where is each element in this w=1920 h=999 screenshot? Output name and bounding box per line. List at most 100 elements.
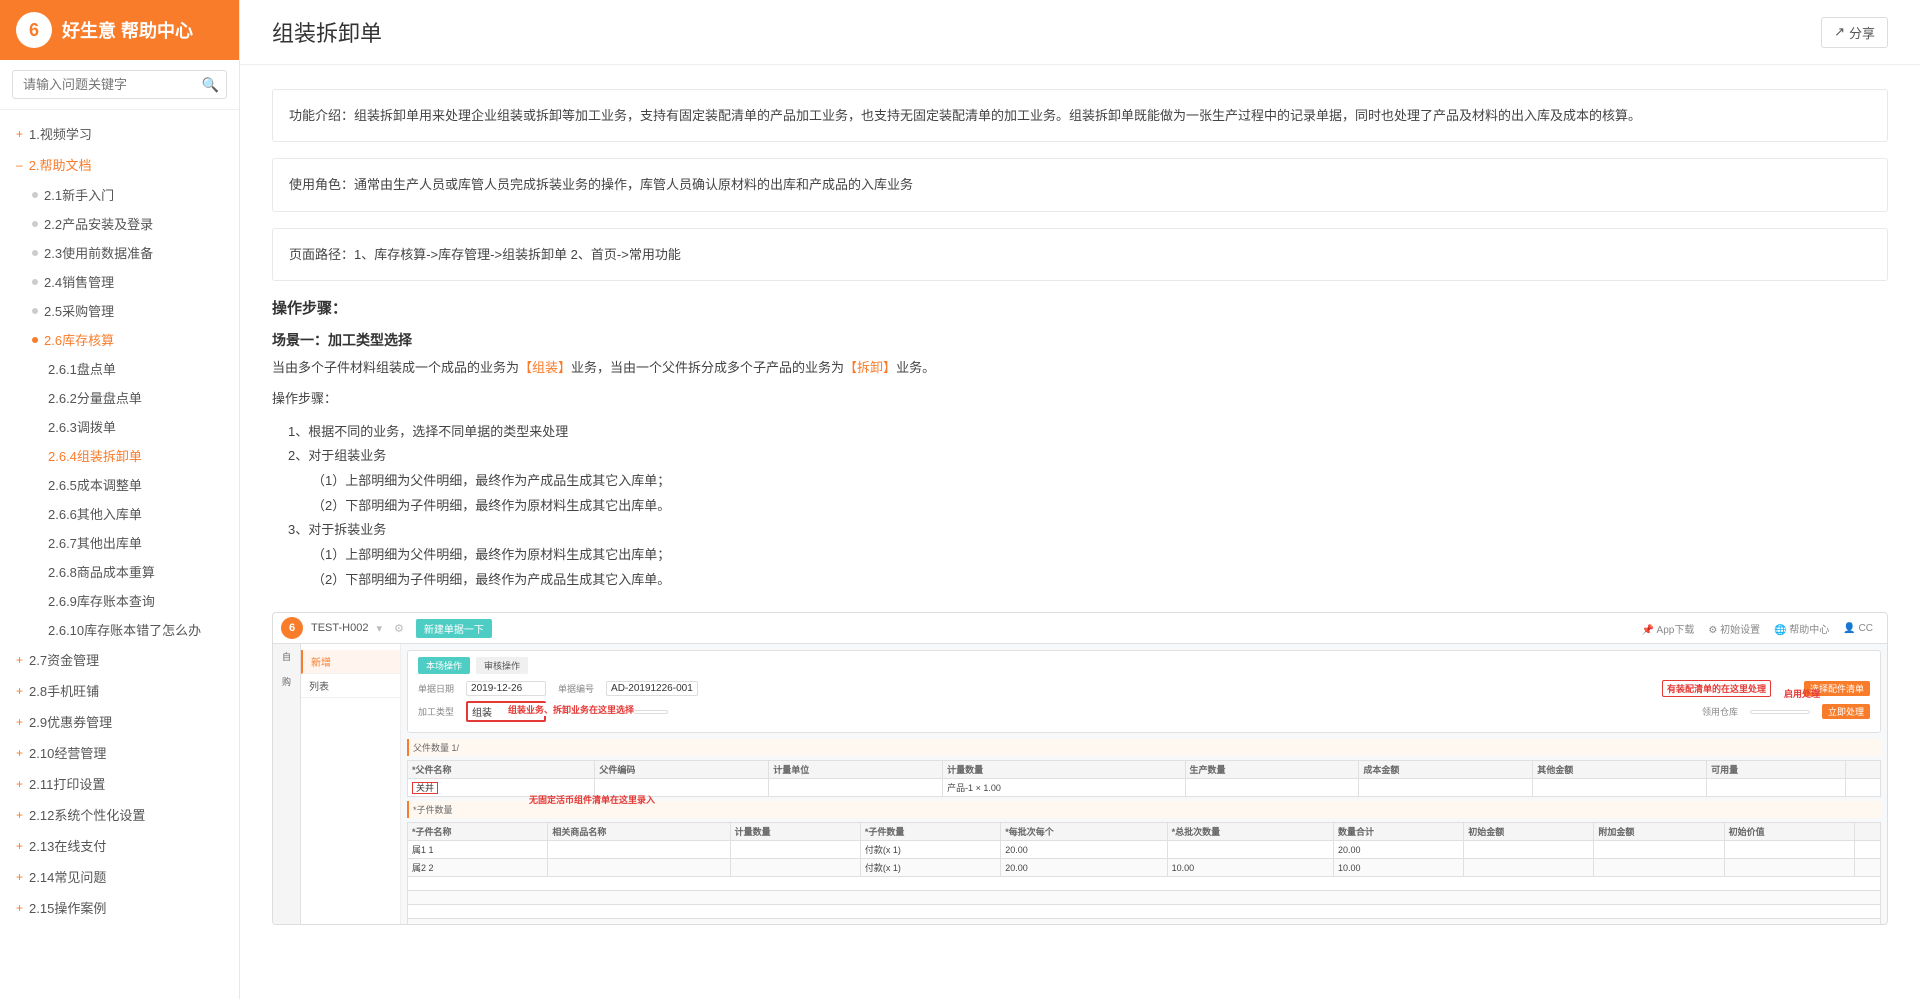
intro-block-2: 使用角色：通常由生产人员或库管人员完成拆装业务的操作，库管人员确认原材料的出库和… bbox=[272, 158, 1888, 211]
minus-icon: – bbox=[16, 158, 23, 172]
mock-topbar: 6 TEST-H002 ▾ ⚙ 新建单据一下 📌 App下载 ⚙ 初始设置 🌐 … bbox=[273, 613, 1887, 644]
plus-icon: + bbox=[16, 746, 23, 760]
mock-company: TEST-H002 bbox=[311, 622, 368, 634]
intro-block-3: 页面路径：1、库存核算->库存管理->组装拆卸单 2、首页->常用功能 bbox=[272, 228, 1888, 281]
search-icon[interactable]: 🔍 bbox=[202, 76, 219, 93]
sidebar-item-print[interactable]: + 2.11打印设置 bbox=[0, 768, 239, 799]
mock-form-tab2: 审核操作 bbox=[476, 657, 528, 674]
sidebar-item-finance[interactable]: + 2.7资金管理 bbox=[0, 644, 239, 675]
mock-form-tab1: 本场操作 bbox=[418, 657, 470, 674]
sidebar-item-assembly[interactable]: 2.6.4组装拆卸单 bbox=[0, 441, 239, 470]
sidebar-item-stockcount[interactable]: 2.6.1盘点单 bbox=[0, 354, 239, 383]
sidebar-item-inventory[interactable]: 2.6库存核算 bbox=[0, 325, 239, 354]
sidebar-item-cost-adjust[interactable]: 2.6.5成本调整单 bbox=[0, 470, 239, 499]
ops-title: 操作步骤： bbox=[272, 297, 1888, 318]
dot-icon bbox=[32, 192, 38, 198]
mock-bom-annotation: 有装配清单的在这里处理 bbox=[1662, 680, 1771, 697]
mock-sub-item-list: 列表 bbox=[301, 674, 400, 698]
plus-icon: + bbox=[16, 127, 23, 141]
sidebar-item-faq[interactable]: + 2.14常见问题 bbox=[0, 861, 239, 892]
sidebar-item-help-docs[interactable]: – 2.帮助文档 bbox=[0, 149, 239, 180]
plus-icon: + bbox=[16, 901, 23, 915]
mock-sidebar-tabs: 自 购 bbox=[273, 644, 301, 924]
mock-new-doc-btn: 新建单据一下 bbox=[416, 619, 492, 638]
sidebar-item-ops-mgmt[interactable]: + 2.10经营管理 bbox=[0, 737, 239, 768]
step-2-sub-2: （2）下部明细为子件明细，最终作为原材料生成其它出库单。 bbox=[272, 494, 1888, 519]
dot-icon bbox=[32, 250, 38, 256]
sidebar: 6 好生意 帮助中心 🔍 + 1.视频学习 – 2.帮助文档 2.1新手入门 2… bbox=[0, 0, 240, 999]
mock-handle-btn: 立即处理 bbox=[1822, 704, 1870, 719]
sidebar-item-data-prep[interactable]: 2.3使用前数据准备 bbox=[0, 238, 239, 267]
doc-content: 功能介绍：组装拆卸单用来处理企业组装或拆卸等加工业务，支持有固定装配清单的产品加… bbox=[240, 65, 1920, 999]
step-2: 2、对于组装业务 bbox=[272, 444, 1888, 469]
sidebar-item-ledger-query[interactable]: 2.6.9库存账本查询 bbox=[0, 586, 239, 615]
search-input[interactable] bbox=[12, 70, 227, 99]
intro-text-3: 页面路径：1、库存核算->库存管理->组装拆卸单 2、首页->常用功能 bbox=[289, 247, 681, 262]
sidebar-item-other-out[interactable]: 2.6.7其他出库单 bbox=[0, 528, 239, 557]
dot-icon bbox=[32, 221, 38, 227]
plus-icon: + bbox=[16, 715, 23, 729]
sidebar-header: 6 好生意 帮助中心 bbox=[0, 0, 239, 60]
app-logo: 6 bbox=[16, 12, 52, 48]
mock-warehouse-field bbox=[1750, 710, 1810, 714]
mock-form-area: 本场操作 审核操作 单据日期 2019-12-26 单据编号 AD-201912… bbox=[401, 644, 1887, 924]
intro-text-1: 功能介绍：组装拆卸单用来处理企业组装或拆卸等加工业务，支持有固定装配清单的产品加… bbox=[289, 108, 1641, 123]
sidebar-item-sales[interactable]: 2.4销售管理 bbox=[0, 267, 239, 296]
mock-date-field: 2019-12-26 bbox=[466, 681, 546, 696]
intro-text-2: 使用角色：通常由生产人员或库管人员完成拆装业务的操作，库管人员确认原材料的出库和… bbox=[289, 177, 913, 192]
mock-sub-item-new: 新增 bbox=[301, 650, 400, 674]
share-icon: ↗ bbox=[1834, 24, 1845, 40]
sidebar-item-mobile[interactable]: + 2.8手机旺铺 bbox=[0, 675, 239, 706]
sidebar-item-newcomer[interactable]: 2.1新手入门 bbox=[0, 180, 239, 209]
mock-top-table: *父件名称 父件编码 计量单位 计量数量 生产数量 成本金额 其他金额 可用量 bbox=[407, 760, 1881, 797]
sidebar-item-ledger-error[interactable]: 2.6.10库存账本错了怎么办 bbox=[0, 615, 239, 644]
dot-icon bbox=[32, 308, 38, 314]
sidebar-item-cost-recalc[interactable]: 2.6.8商品成本重算 bbox=[0, 557, 239, 586]
app-title: 好生意 帮助中心 bbox=[62, 17, 193, 43]
intro-block-1: 功能介绍：组装拆卸单用来处理企业组装或拆卸等加工业务，支持有固定装配清单的产品加… bbox=[272, 89, 1888, 142]
dot-icon bbox=[32, 337, 38, 343]
nav-tree: + 1.视频学习 – 2.帮助文档 2.1新手入门 2.2产品安装及登录 2.3… bbox=[0, 110, 239, 999]
sidebar-item-install[interactable]: 2.2产品安装及登录 bbox=[0, 209, 239, 238]
sidebar-item-system-custom[interactable]: + 2.12系统个性化设置 bbox=[0, 799, 239, 830]
sidebar-item-partial-count[interactable]: 2.6.2分量盘点单 bbox=[0, 383, 239, 412]
scene1-title: 场景一：加工类型选择 bbox=[272, 330, 1888, 350]
dot-icon bbox=[32, 279, 38, 285]
search-box: 🔍 bbox=[0, 60, 239, 110]
steps-list: 1、根据不同的业务，选择不同单据的类型来处理 2、对于组装业务 （1）上部明细为… bbox=[272, 420, 1888, 593]
mock-top-table-label: 父件数量 1/ bbox=[407, 739, 1881, 756]
plus-icon: + bbox=[16, 870, 23, 884]
sidebar-item-coupon[interactable]: + 2.9优惠券管理 bbox=[0, 706, 239, 737]
mock-docno-field: AD-20191226-001 bbox=[606, 681, 698, 696]
mock-logo: 6 bbox=[281, 617, 303, 639]
mock-handle-annotation: 启用处理 bbox=[1784, 687, 1820, 700]
step-1: 1、根据不同的业务，选择不同单据的类型来处理 bbox=[272, 420, 1888, 445]
share-label: 分享 bbox=[1849, 23, 1875, 42]
sidebar-item-other-in[interactable]: 2.6.6其他入库单 bbox=[0, 499, 239, 528]
plus-icon: + bbox=[16, 777, 23, 791]
sidebar-item-cases[interactable]: + 2.15操作案例 bbox=[0, 892, 239, 923]
mock-sub-sidebar: 新增 列表 bbox=[301, 644, 401, 924]
page-header: 组装拆卸单 ↗ 分享 bbox=[240, 0, 1920, 65]
screenshot-mockup: 6 TEST-H002 ▾ ⚙ 新建单据一下 📌 App下载 ⚙ 初始设置 🌐 … bbox=[272, 612, 1888, 925]
sidebar-item-video-learning[interactable]: + 1.视频学习 bbox=[0, 118, 239, 149]
sidebar-item-online-pay[interactable]: + 2.13在线支付 bbox=[0, 830, 239, 861]
plus-icon: + bbox=[16, 684, 23, 698]
share-button[interactable]: ↗ 分享 bbox=[1821, 17, 1888, 48]
steps-intro: 操作步骤： bbox=[272, 387, 1888, 412]
plus-icon: + bbox=[16, 839, 23, 853]
mock-biztype-annotation: 组装业务、拆卸业务在这里选择 bbox=[508, 703, 634, 716]
step-3: 3、对于拆装业务 bbox=[272, 518, 1888, 543]
sidebar-item-purchase[interactable]: 2.5采购管理 bbox=[0, 296, 239, 325]
mock-bottom-table: *子件名称 相关商品名称 计量数量 *子件数量 *每批次每个 *总批次数量 数量… bbox=[407, 822, 1881, 924]
step-2-sub-1: （1）上部明细为父件明细，最终作为产成品生成其它入库单； bbox=[272, 469, 1888, 494]
step-3-sub-2: （2）下部明细为子件明细，最终作为产成品生成其它入库单。 bbox=[272, 568, 1888, 593]
sidebar-item-transfer[interactable]: 2.6.3调拨单 bbox=[0, 412, 239, 441]
mock-bottom-table-label: *子件数量 无固定活币组件清单在这里录入 bbox=[407, 801, 1881, 818]
mock-layout: 自 购 新增 列表 本场操作 审核操作 bbox=[273, 644, 1887, 924]
step-3-sub-1: （1）上部明细为父件明细，最终作为原材料生成其它出库单； bbox=[272, 543, 1888, 568]
main-content-area: 组装拆卸单 ↗ 分享 功能介绍：组装拆卸单用来处理企业组装或拆卸等加工业务，支持… bbox=[240, 0, 1920, 999]
plus-icon: + bbox=[16, 808, 23, 822]
scene1-desc: 当由多个子件材料组装成一个成品的业务为【组装】业务，当由一个父件拆分成多个子产品… bbox=[272, 356, 1888, 381]
plus-icon: + bbox=[16, 653, 23, 667]
